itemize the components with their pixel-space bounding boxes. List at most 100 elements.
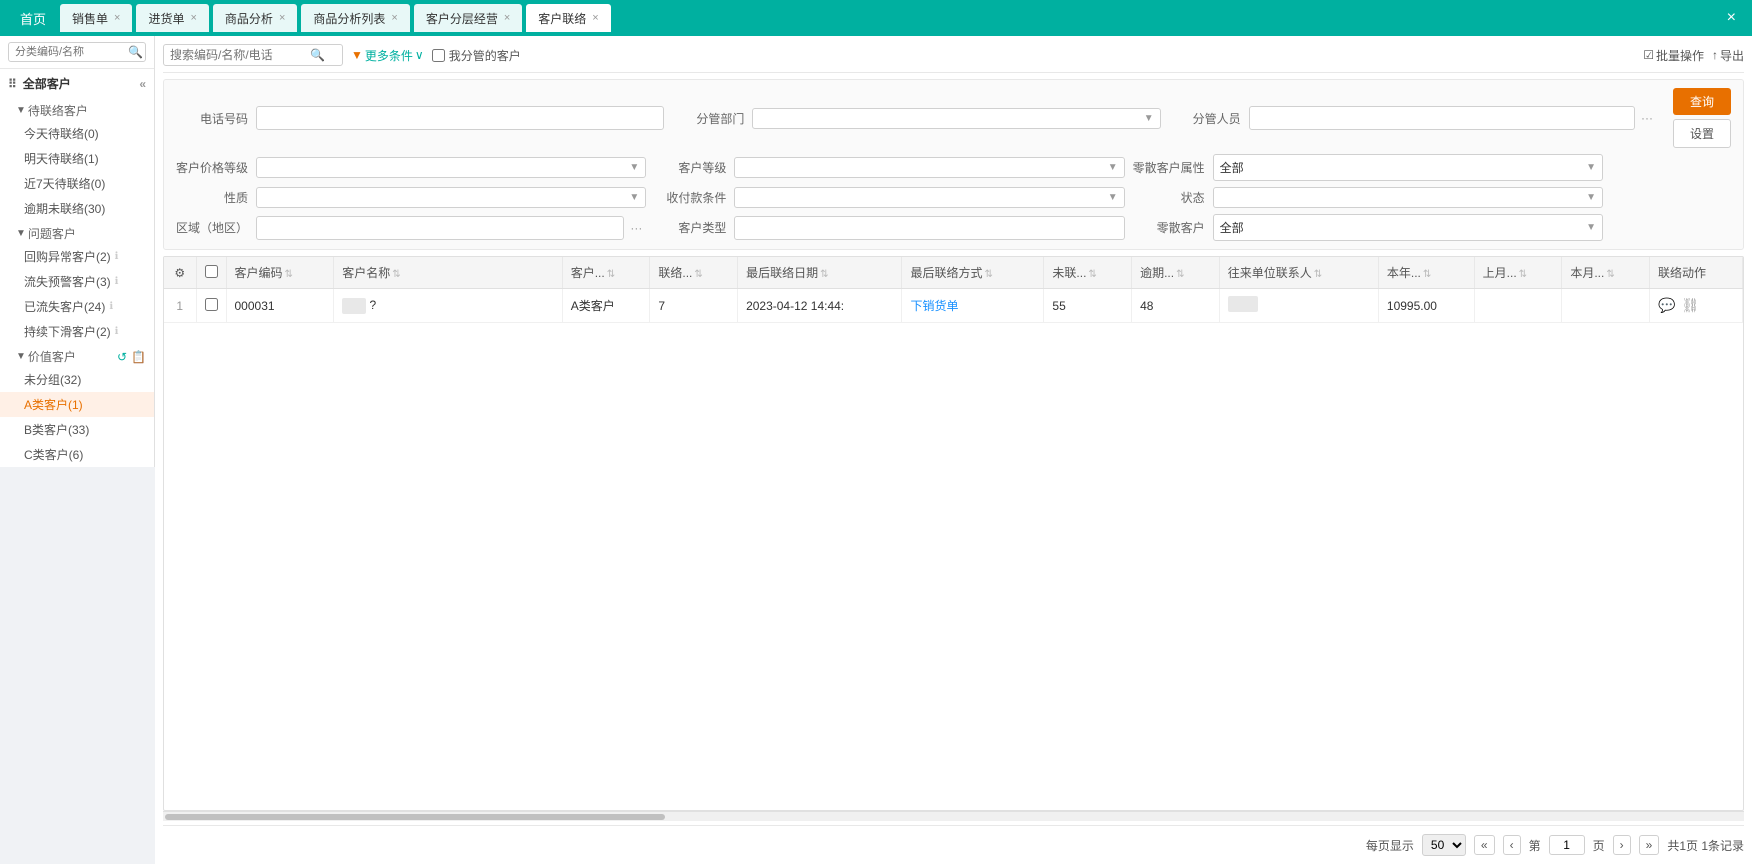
value-arrow: ▼ xyxy=(16,351,26,362)
nav-tab-analysis-list[interactable]: 商品分析列表 × xyxy=(301,4,409,32)
table-header-row: ⚙ 客户编码⇅ 客户名称⇅ 客户...⇅ 联络...⇅ 最后联络日期⇅ 最后联络… xyxy=(164,257,1743,289)
search-btn[interactable]: 查询 xyxy=(1673,88,1731,115)
th-name[interactable]: 客户名称⇅ xyxy=(334,257,563,289)
refresh-icon[interactable]: ↺ xyxy=(117,350,127,364)
th-last-method[interactable]: 最后联络方式⇅ xyxy=(902,257,1044,289)
nav-tab-purchase-close[interactable]: × xyxy=(190,12,196,24)
nav-tab-purchase[interactable]: 进货单 × xyxy=(136,4,208,32)
page-label: 第 xyxy=(1529,837,1541,854)
sidebar-item-class-c[interactable]: C类客户(6) xyxy=(0,442,154,467)
nav-tab-customer-contact[interactable]: 客户联络 × xyxy=(526,4,610,32)
th-last-date[interactable]: 最后联络日期⇅ xyxy=(738,257,902,289)
region-input[interactable] xyxy=(256,216,624,240)
retail-select[interactable]: 全部 ▼ xyxy=(1213,214,1603,241)
abnormal-label: 回购异常客户(2) xyxy=(24,248,111,265)
warning-label: 流失预警客户(3) xyxy=(24,273,111,290)
th-overdue[interactable]: 逾期...⇅ xyxy=(1132,257,1220,289)
filter-search-icon[interactable]: 🔍 xyxy=(310,48,325,62)
th-code[interactable]: 客户编码⇅ xyxy=(226,257,334,289)
nav-home[interactable]: 首页 xyxy=(8,0,58,36)
price-level-select[interactable]: ▼ xyxy=(256,157,646,178)
next-page-btn[interactable]: › xyxy=(1613,835,1631,855)
row-actions-cell: 💬 ⛓ xyxy=(1650,289,1743,323)
first-page-btn[interactable]: « xyxy=(1474,835,1495,855)
nav-tab-analysis-close[interactable]: × xyxy=(279,12,285,24)
last-page-btn[interactable]: » xyxy=(1639,835,1660,855)
th-last-month[interactable]: 上月...⇅ xyxy=(1474,257,1562,289)
sidebar-item-ungrouped[interactable]: 未分组(32) xyxy=(0,367,154,392)
action-link-icon[interactable]: ⛓ xyxy=(1681,297,1699,314)
sidebar-section-value[interactable]: ▼ 价值客户 ↺ 📋 xyxy=(0,344,154,367)
th-unlinked[interactable]: 未联...⇅ xyxy=(1044,257,1132,289)
th-gear[interactable]: ⚙ xyxy=(164,257,196,289)
prev-page-btn[interactable]: ‹ xyxy=(1503,835,1521,855)
filter-nature-field: 性质 ▼ xyxy=(176,187,646,208)
sidebar-item-warning[interactable]: 流失预警客户(3) ℹ xyxy=(0,269,154,294)
sidebar-item-abnormal[interactable]: 回购异常客户(2) ℹ xyxy=(0,244,154,269)
last-method-sort-icon: ⇅ xyxy=(984,269,992,280)
nav-tab-customer-contact-close[interactable]: × xyxy=(592,12,598,24)
class-a-label: A类客户(1) xyxy=(24,396,83,413)
person-dots[interactable]: ··· xyxy=(1637,111,1657,125)
sidebar-item-overdue[interactable]: 逾期未联络(30) xyxy=(0,196,154,221)
nav-tab-customer-tier-close[interactable]: × xyxy=(504,12,510,24)
unlinked-sort-icon: ⇅ xyxy=(1088,269,1096,280)
row-last-method[interactable]: 下销货单 xyxy=(902,289,1044,323)
th-this-year[interactable]: 本年...⇅ xyxy=(1378,257,1474,289)
collapse-icon: « xyxy=(139,77,146,91)
settings-btn[interactable]: 设置 xyxy=(1673,119,1731,148)
per-page-select[interactable]: 50 xyxy=(1422,834,1466,856)
th-level[interactable]: 客户...⇅ xyxy=(562,257,650,289)
sidebar-item-class-b[interactable]: B类客户(33) xyxy=(0,417,154,442)
sidebar-all-customers[interactable]: ⠿ 全部客户 « xyxy=(0,69,154,98)
select-all-checkbox[interactable] xyxy=(205,265,218,278)
customer-type-input[interactable] xyxy=(734,216,1124,240)
sidebar-section-pending[interactable]: ▼ 待联络客户 xyxy=(0,98,154,121)
sidebar-item-declining[interactable]: 持续下滑客户(2) ℹ xyxy=(0,319,154,344)
retail-attr-select[interactable]: 全部 ▼ xyxy=(1213,154,1603,181)
customer-level-select[interactable]: ▼ xyxy=(734,157,1124,178)
nav-tab-sales-close[interactable]: × xyxy=(114,12,120,24)
nature-select[interactable]: ▼ xyxy=(256,187,646,208)
phone-input[interactable] xyxy=(256,106,664,130)
sidebar-section-problem[interactable]: ▼ 问题客户 xyxy=(0,221,154,244)
th-contact-person[interactable]: 往来单位联系人⇅ xyxy=(1219,257,1378,289)
nav-tab-customer-tier[interactable]: 客户分层经营 × xyxy=(414,4,522,32)
person-input[interactable] xyxy=(1249,106,1635,130)
sidebar-item-lost[interactable]: 已流失客户(24) ℹ xyxy=(0,294,154,319)
nav-tab-sales[interactable]: 销售单 × xyxy=(60,4,132,32)
sidebar-search-input[interactable] xyxy=(8,42,146,62)
row-code: 000031 xyxy=(226,289,334,323)
sidebar-item-tomorrow[interactable]: 明天待联络(1) xyxy=(0,146,154,171)
export-btn[interactable]: ↑ 导出 xyxy=(1712,47,1744,64)
week-label: 近7天待联络(0) xyxy=(24,175,105,192)
th-this-month[interactable]: 本月...⇅ xyxy=(1562,257,1650,289)
lost-label: 已流失客户(24) xyxy=(24,298,105,315)
row-level: A类客户 xyxy=(562,289,650,323)
page-input[interactable] xyxy=(1549,835,1585,855)
row-checkbox[interactable] xyxy=(205,298,218,311)
payment-select[interactable]: ▼ xyxy=(734,187,1124,208)
scroll-bar-area xyxy=(163,811,1744,821)
dept-select[interactable]: ▼ xyxy=(752,108,1160,129)
row-last-month xyxy=(1474,289,1562,323)
my-customers-checkbox[interactable] xyxy=(432,49,445,62)
batch-op-btn[interactable]: ☑ 批量操作 xyxy=(1643,47,1704,64)
region-dots[interactable]: ··· xyxy=(626,221,646,235)
th-contact-count[interactable]: 联络...⇅ xyxy=(650,257,738,289)
last-method-link[interactable]: 下销货单 xyxy=(910,299,958,313)
sidebar-item-today[interactable]: 今天待联络(0) xyxy=(0,121,154,146)
filter-search-input[interactable] xyxy=(170,48,310,62)
action-message-icon[interactable]: 💬 xyxy=(1658,297,1675,314)
scroll-thumb[interactable] xyxy=(165,814,665,820)
filter-more-btn[interactable]: ▼ 更多条件 ∨ xyxy=(351,47,424,64)
add-icon[interactable]: 📋 xyxy=(131,350,146,364)
nav-tab-analysis[interactable]: 商品分析 × xyxy=(213,4,297,32)
sidebar-item-class-a[interactable]: A类客户(1) xyxy=(0,392,154,417)
th-checkbox[interactable] xyxy=(196,257,226,289)
sidebar-item-week[interactable]: 近7天待联络(0) xyxy=(0,171,154,196)
close-all-tabs[interactable]: × xyxy=(1719,9,1744,27)
nav-tab-analysis-list-close[interactable]: × xyxy=(391,12,397,24)
dept-arrow: ▼ xyxy=(1144,113,1154,124)
status-select[interactable]: ▼ xyxy=(1213,187,1603,208)
